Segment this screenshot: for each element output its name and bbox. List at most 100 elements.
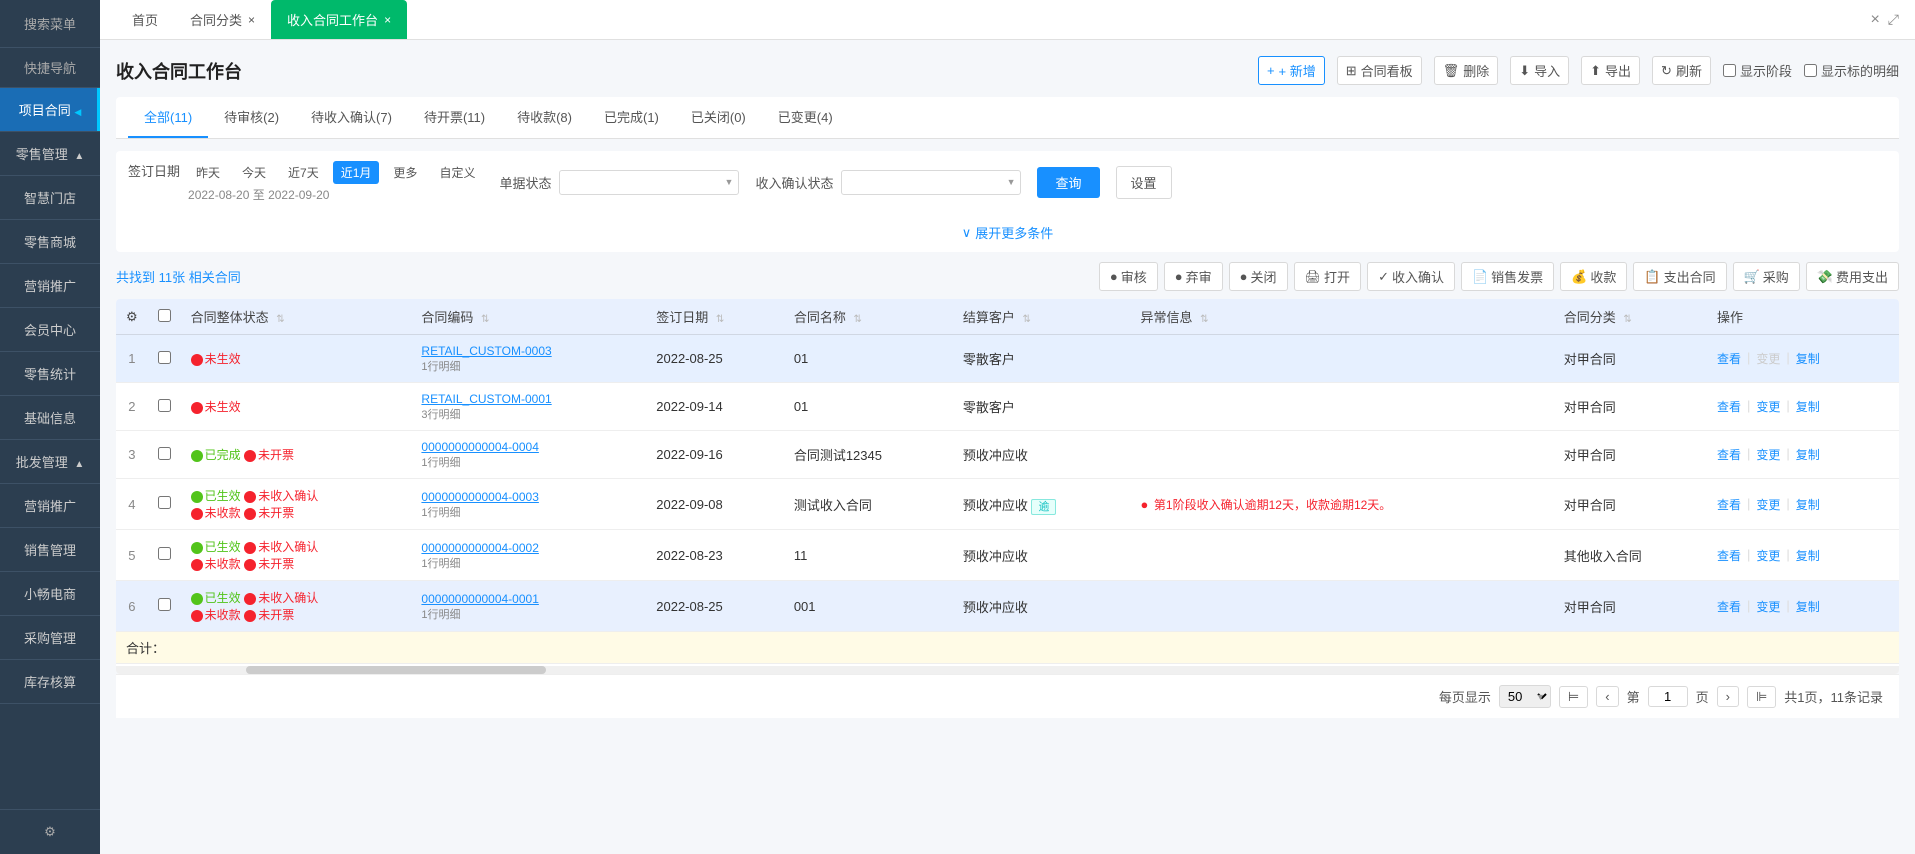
status-tab-pending-confirm[interactable]: 待收入确认(7) xyxy=(295,97,408,138)
sidebar-item-mktpromo[interactable]: 营销推广 xyxy=(0,484,100,528)
sidebar-item-member[interactable]: 会员中心 xyxy=(0,308,100,352)
income-confirm-select[interactable] xyxy=(841,170,1021,195)
date-btn-today[interactable]: 今天 xyxy=(234,161,274,184)
status-tab-pending-payment[interactable]: 待收款(8) xyxy=(501,97,588,138)
sidebar-item-baseinfo[interactable]: 基础信息 xyxy=(0,396,100,440)
copy-btn[interactable]: 复制 xyxy=(1796,446,1820,463)
status-tab-all[interactable]: 全部(11) xyxy=(128,97,208,138)
contract-code-link[interactable]: RETAIL_CUSTOM-0003 xyxy=(421,344,551,358)
status-tab-completed[interactable]: 已完成(1) xyxy=(588,97,675,138)
kanban-button[interactable]: ⊞ 合同看板 xyxy=(1337,56,1422,85)
change-btn[interactable]: 变更 xyxy=(1756,547,1780,564)
contract-code-link[interactable]: RETAIL_CUSTOM-0001 xyxy=(421,392,551,406)
page-size-select[interactable]: 50 10 20 100 xyxy=(1499,685,1551,708)
status-tab-pending-review[interactable]: 待审核(2) xyxy=(208,97,295,138)
sidebar-item-retailstat[interactable]: 零售统计 xyxy=(0,352,100,396)
scrollbar-thumb[interactable] xyxy=(246,666,546,674)
delete-button[interactable]: 🗑 删除 xyxy=(1434,56,1499,85)
sidebar-item-salesmgmt[interactable]: 销售管理 xyxy=(0,528,100,572)
change-btn[interactable]: 变更 xyxy=(1756,496,1780,513)
row-select-checkbox[interactable] xyxy=(158,598,171,611)
print-btn[interactable]: 🖨 打开 xyxy=(1294,262,1362,291)
contract-code-link[interactable]: 0000000000004-0002 xyxy=(421,541,538,555)
tab-contract-type-close[interactable]: × xyxy=(248,13,255,27)
tab-income-workbench-close[interactable]: × xyxy=(384,13,391,27)
tab-close-all[interactable]: × xyxy=(1870,11,1879,29)
col-settings[interactable]: ⚙ xyxy=(116,299,148,335)
collect-btn[interactable]: 💰 收款 xyxy=(1560,262,1627,291)
prev-page-btn[interactable]: ‹ xyxy=(1596,686,1618,707)
abandon-btn[interactable]: ● 弃审 xyxy=(1164,262,1223,291)
purchase-btn[interactable]: 🛒 采购 xyxy=(1733,262,1800,291)
income-confirm-btn[interactable]: ✓ 收入确认 xyxy=(1367,262,1455,291)
close-btn[interactable]: ● 关闭 xyxy=(1229,262,1288,291)
sidebar-quick-nav[interactable]: 快捷导航 xyxy=(0,48,100,88)
change-btn[interactable]: 变更 xyxy=(1756,446,1780,463)
select-all-checkbox[interactable] xyxy=(158,309,171,322)
tab-contract-type[interactable]: 合同分类 × xyxy=(174,0,271,39)
row-select-checkbox[interactable] xyxy=(158,496,171,509)
status-tab-closed[interactable]: 已关闭(0) xyxy=(675,97,762,138)
date-btn-custom[interactable]: 自定义 xyxy=(431,161,483,184)
contract-code-link[interactable]: 0000000000004-0004 xyxy=(421,440,538,454)
sidebar-item-retail[interactable]: 零售管理 ▲ xyxy=(0,132,100,176)
contract-code-link[interactable]: 0000000000004-0003 xyxy=(421,490,538,504)
sidebar-item-retailmall[interactable]: 零售商城 xyxy=(0,220,100,264)
sidebar-item-purchase[interactable]: 采购管理 xyxy=(0,616,100,660)
row-select-checkbox[interactable] xyxy=(158,447,171,460)
sidebar-settings[interactable]: ⚙ xyxy=(0,809,100,854)
sidebar-item-ecom[interactable]: 小畅电商 xyxy=(0,572,100,616)
sidebar-item-wholesale[interactable]: 批发管理 ▲ xyxy=(0,440,100,484)
view-btn[interactable]: 查看 xyxy=(1717,598,1741,615)
show-stages-checkbox[interactable] xyxy=(1723,64,1736,77)
last-page-btn[interactable]: ⊫ xyxy=(1747,686,1776,708)
status-tab-pending-invoice[interactable]: 待开票(11) xyxy=(408,97,501,138)
refresh-button[interactable]: ↻ 刷新 xyxy=(1652,56,1711,85)
next-page-btn[interactable]: › xyxy=(1717,686,1739,707)
date-btn-last7[interactable]: 近7天 xyxy=(280,161,327,184)
horizontal-scrollbar[interactable] xyxy=(116,666,1899,674)
view-btn[interactable]: 查看 xyxy=(1717,446,1741,463)
status-tab-changed[interactable]: 已变更(4) xyxy=(762,97,849,138)
expand-more-btn[interactable]: ∨ 展开更多条件 xyxy=(962,223,1054,242)
tab-resize[interactable]: ⤢ xyxy=(1888,11,1899,28)
tab-home[interactable]: 首页 xyxy=(116,0,174,39)
sidebar-item-project[interactable]: 项目合同 ◀ xyxy=(0,88,100,132)
view-btn[interactable]: 查看 xyxy=(1717,496,1741,513)
view-btn[interactable]: 查看 xyxy=(1717,547,1741,564)
sidebar-item-smartshop[interactable]: 智慧门店 xyxy=(0,176,100,220)
row-select-checkbox[interactable] xyxy=(158,351,171,364)
copy-btn[interactable]: 复制 xyxy=(1796,398,1820,415)
change-btn[interactable]: 变更 xyxy=(1756,598,1780,615)
row-select-checkbox[interactable] xyxy=(158,399,171,412)
expense-out-btn[interactable]: 💸 费用支出 xyxy=(1806,262,1899,291)
date-btn-last1month[interactable]: 近1月 xyxy=(333,161,380,184)
sidebar-search[interactable]: 搜索菜单 xyxy=(0,0,100,48)
copy-btn[interactable]: 复制 xyxy=(1796,350,1820,367)
first-page-btn[interactable]: ⊨ xyxy=(1559,686,1588,708)
date-btn-more[interactable]: 更多 xyxy=(385,161,425,184)
row-select-checkbox[interactable] xyxy=(158,547,171,560)
sidebar-item-inventory[interactable]: 库存核算 xyxy=(0,660,100,704)
copy-btn[interactable]: 复制 xyxy=(1796,598,1820,615)
new-button[interactable]: + + 新增 xyxy=(1258,56,1325,85)
date-btn-yesterday[interactable]: 昨天 xyxy=(188,161,228,184)
expense-contract-btn[interactable]: 📋 支出合同 xyxy=(1633,262,1726,291)
tab-income-workbench[interactable]: 收入合同工作台 × xyxy=(271,0,407,39)
copy-btn[interactable]: 复制 xyxy=(1796,547,1820,564)
view-btn[interactable]: 查看 xyxy=(1717,350,1741,367)
sidebar-item-marketing[interactable]: 营销推广 xyxy=(0,264,100,308)
view-btn[interactable]: 查看 xyxy=(1717,398,1741,415)
contract-code-link[interactable]: 0000000000004-0001 xyxy=(421,592,538,606)
audit-btn[interactable]: ● 审核 xyxy=(1099,262,1158,291)
show-details-checkbox[interactable] xyxy=(1804,64,1817,77)
query-button[interactable]: 查询 xyxy=(1037,167,1099,198)
export-button[interactable]: ⬆ 导出 xyxy=(1581,56,1640,85)
doc-status-select[interactable] xyxy=(559,170,739,195)
page-input[interactable] xyxy=(1648,686,1688,707)
import-button[interactable]: ⬇ 导入 xyxy=(1510,56,1569,85)
sales-invoice-btn[interactable]: 📄 销售发票 xyxy=(1461,262,1554,291)
copy-btn[interactable]: 复制 xyxy=(1796,496,1820,513)
settings-button[interactable]: 设置 xyxy=(1116,166,1172,199)
change-btn[interactable]: 变更 xyxy=(1756,398,1780,415)
